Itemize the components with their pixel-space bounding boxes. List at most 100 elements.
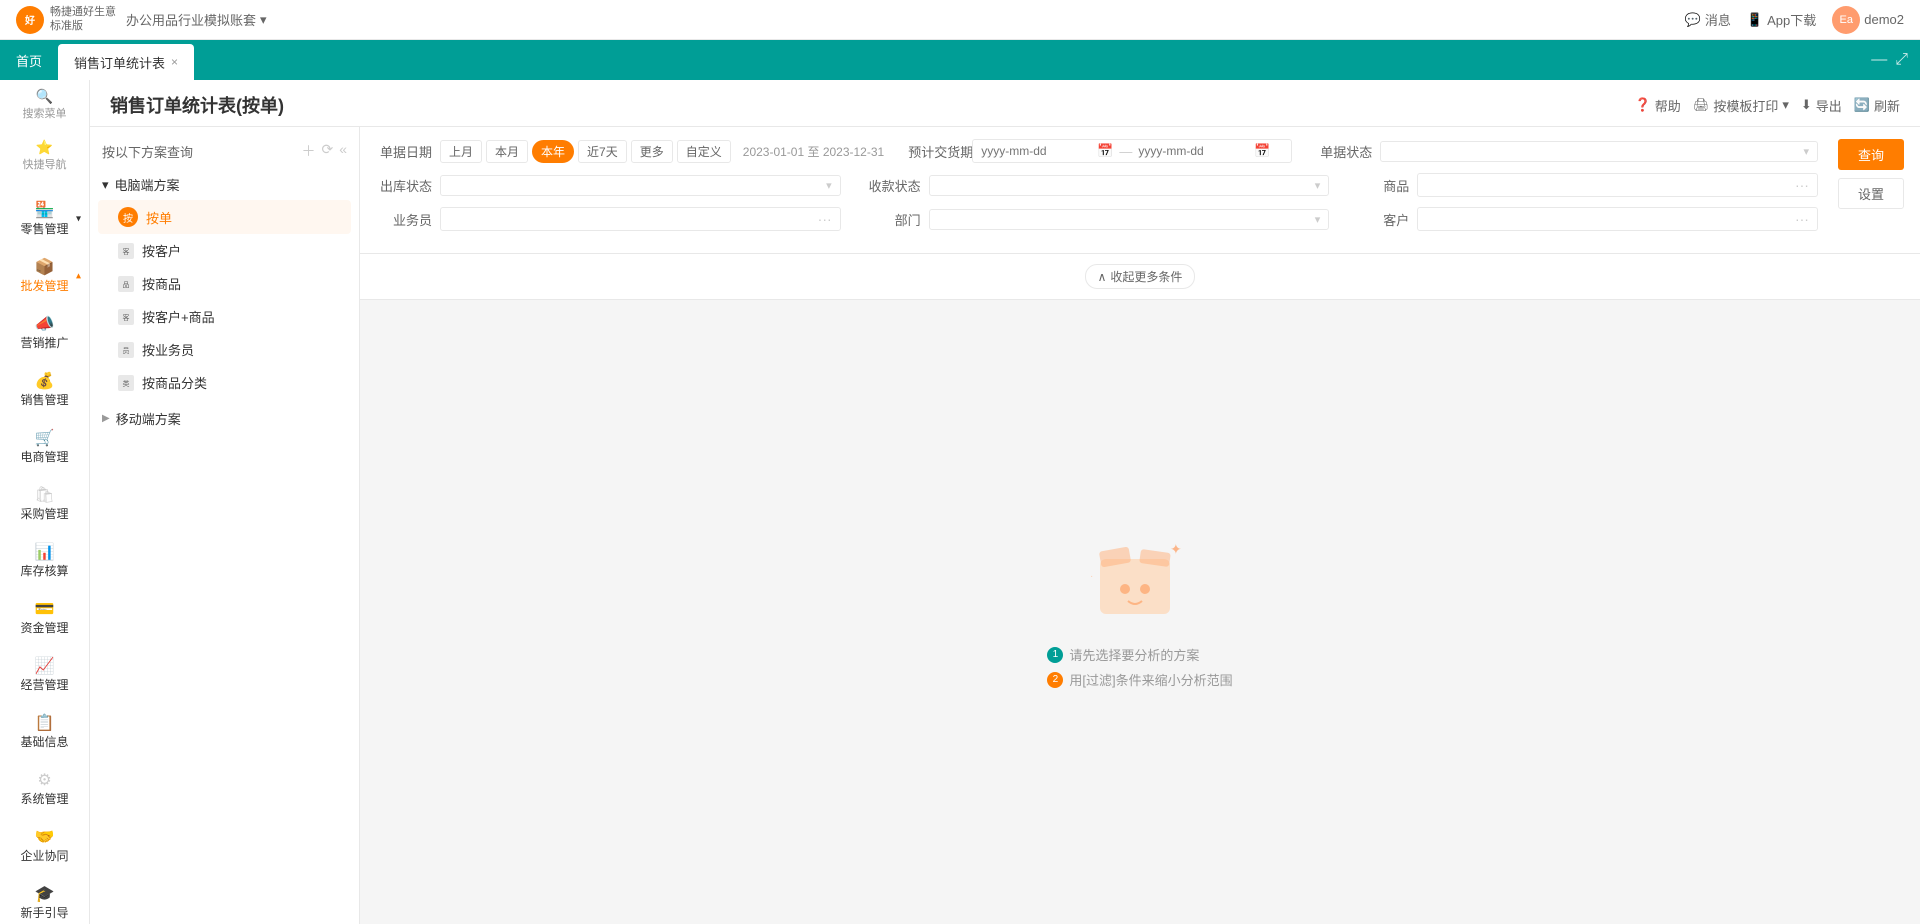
expected-date-start-input[interactable] <box>981 144 1091 158</box>
status-select[interactable]: ▾ <box>1380 141 1818 162</box>
export-button[interactable]: ⬇ 导出 <box>1801 96 1842 115</box>
tab-maximize-icon[interactable]: ⤢ <box>1895 51 1908 69</box>
receipt-select[interactable]: ▾ <box>929 175 1330 196</box>
refresh-solution-icon[interactable]: ⟳ <box>321 141 333 161</box>
sidebar-item-newbie[interactable]: 🎓 新手引导 <box>0 874 89 924</box>
date-btn-last-month[interactable]: 上月 <box>440 140 482 163</box>
arrow-right-icon: ▶ <box>102 413 110 424</box>
chevron-down-icon: ▾ <box>1782 97 1789 113</box>
calendar-icon-end[interactable]: 📅 <box>1254 143 1270 159</box>
date-btn-7days[interactable]: 近7天 <box>578 140 627 163</box>
sidebar-item-wholesale[interactable]: 📦 批发管理 ▴ <box>0 247 89 304</box>
solution-by-order[interactable]: 按 按单 <box>98 200 351 234</box>
sidebar-item-operations[interactable]: 📈 经营管理 <box>0 646 89 703</box>
empty-hints: 1 请先选择要分析的方案 2 用[过滤]条件来缩小分析范围 <box>1047 645 1232 695</box>
user-menu-button[interactable]: Ea demo2 <box>1832 6 1904 34</box>
tab-sales-order[interactable]: 销售订单统计表 × <box>58 44 194 80</box>
app-download-button[interactable]: 📱 App下载 <box>1747 10 1816 29</box>
tab-home[interactable]: 首页 <box>0 40 58 80</box>
salesperson-select[interactable]: ··· <box>440 207 841 231</box>
sidebar-item-inventory[interactable]: 📊 库存核算 <box>0 532 89 589</box>
filter-row-2: 出库状态 ▾ 收款状态 ▾ 商品 <box>376 173 1818 197</box>
page-header: 销售订单统计表(按单) ❓ 帮助 🖨 按模板打印 ▾ ⬇ 导出 🔄 刷新 <box>90 80 1920 127</box>
solution-by-cust-prod[interactable]: 客 按客户+商品 <box>98 300 351 333</box>
date-btn-this-month[interactable]: 本月 <box>486 140 528 163</box>
settings-button[interactable]: 设置 <box>1838 178 1904 209</box>
add-solution-icon[interactable]: ＋ <box>301 141 315 161</box>
panels: 按以下方案查询 ＋ ⟳ « ▾ 电脑端方案 按 按单 <box>90 127 1920 924</box>
logo-icon: 好 <box>16 6 44 34</box>
chevron-down-icon: ▾ <box>102 177 109 193</box>
ellipsis-icon[interactable]: ··· <box>818 211 832 227</box>
collapse-panel-icon[interactable]: « <box>339 141 347 161</box>
svg-text:客: 客 <box>123 313 130 322</box>
left-panel: 按以下方案查询 ＋ ⟳ « ▾ 电脑端方案 按 按单 <box>90 127 360 924</box>
filter-row-1: 单据日期 上月 本月 本年 近7天 更多 自定义 2023-01-01 至 20… <box>376 139 1818 163</box>
solution-by-salesperson[interactable]: 员 按业务员 <box>98 333 351 366</box>
refresh-icon: 🔄 <box>1854 97 1870 113</box>
pc-group-header[interactable]: ▾ 电脑端方案 <box>98 169 351 200</box>
message-icon: 💬 <box>1685 12 1701 28</box>
message-button[interactable]: 💬 消息 <box>1685 10 1731 29</box>
date-btn-this-year[interactable]: 本年 <box>532 140 574 163</box>
expected-date-end-input[interactable] <box>1138 144 1248 158</box>
by-salesperson-icon: 员 <box>118 342 134 358</box>
department-select[interactable]: ▾ <box>929 209 1330 230</box>
arrow-icon: ▾ <box>76 213 81 224</box>
finance-icon: 💳 <box>0 599 89 619</box>
ellipsis-icon[interactable]: ··· <box>1795 211 1809 227</box>
empty-state: ✦ · 1 请先选择要分析的方案 2 用[过滤]条件来缩小分析范围 <box>360 300 1920 924</box>
system-icon: ⚙ <box>0 770 89 790</box>
refresh-button[interactable]: 🔄 刷新 <box>1854 96 1900 115</box>
top-bar: 好 畅捷通好生意 标准版 办公用品行业模拟账套 ▾ 💬 消息 📱 App下载 E… <box>0 0 1920 40</box>
salesperson-label: 业务员 <box>376 210 432 229</box>
sidebar-item-marketing[interactable]: 📣 营销推广 <box>0 304 89 361</box>
chevron-down-icon: ▾ <box>1803 145 1809 158</box>
enterprise-icon: 🤝 <box>0 827 89 847</box>
left-panel-icons: ＋ ⟳ « <box>301 141 347 161</box>
sidebar-item-sales[interactable]: 💰 销售管理 <box>0 361 89 418</box>
marketing-icon: 📣 <box>0 314 89 334</box>
ecommerce-icon: 🛒 <box>0 428 89 448</box>
status-label: 单据状态 <box>1316 142 1372 161</box>
chevron-down-icon: ▾ <box>826 179 832 192</box>
logo-area: 好 畅捷通好生意 标准版 <box>16 6 116 34</box>
solution-by-product[interactable]: 品 按商品 <box>98 267 351 300</box>
by-cust-prod-icon: 客 <box>118 309 134 325</box>
sidebar-item-retail[interactable]: 🏪 零售管理 ▾ <box>0 190 89 247</box>
chevron-up-icon: ∧ <box>1098 270 1107 284</box>
sidebar-quick-nav[interactable]: ⭐ 快捷导航 <box>0 129 89 182</box>
calendar-icon-start[interactable]: 📅 <box>1097 143 1113 159</box>
ellipsis-icon[interactable]: ··· <box>1795 177 1809 193</box>
mobile-group-header[interactable]: ▶ 移动端方案 <box>98 403 351 434</box>
tab-close-icon[interactable]: × <box>171 55 178 69</box>
tab-minimize-icon[interactable]: — <box>1871 51 1887 69</box>
newbie-icon: 🎓 <box>0 884 89 904</box>
sidebar-item-ecommerce[interactable]: 🛒 电商管理 <box>0 418 89 475</box>
by-category-icon: 类 <box>118 375 134 391</box>
sidebar-search[interactable]: 🔍 搜索菜单 <box>0 80 89 129</box>
left-panel-header: 按以下方案查询 ＋ ⟳ « <box>90 137 359 169</box>
solution-by-category[interactable]: 类 按商品分类 <box>98 366 351 399</box>
sidebar-item-finance[interactable]: 💳 资金管理 <box>0 589 89 646</box>
content-area: 销售订单统计表(按单) ❓ 帮助 🖨 按模板打印 ▾ ⬇ 导出 🔄 刷新 <box>90 80 1920 924</box>
breadcrumb-select[interactable]: 办公用品行业模拟账套 ▾ <box>126 10 267 29</box>
outbound-select[interactable]: ▾ <box>440 175 841 196</box>
date-filter-label: 单据日期 <box>376 142 432 161</box>
search-icon: 🔍 <box>0 88 89 105</box>
svg-text:客: 客 <box>123 247 130 256</box>
sidebar-item-enterprise[interactable]: 🤝 企业协同 <box>0 817 89 874</box>
collapse-button[interactable]: ∧ 收起更多条件 <box>1085 264 1196 289</box>
date-btn-custom[interactable]: 自定义 <box>677 140 731 163</box>
sidebar-item-basic[interactable]: 📋 基础信息 <box>0 703 89 760</box>
customer-select[interactable]: ··· <box>1417 207 1818 231</box>
main-layout: 🔍 搜索菜单 ⭐ 快捷导航 🏪 零售管理 ▾ 📦 批发管理 ▴ 📣 营销推广 💰… <box>0 80 1920 924</box>
help-button[interactable]: ❓ 帮助 <box>1635 96 1681 115</box>
sidebar-item-purchase[interactable]: 🛍 采购管理 <box>0 475 89 532</box>
solution-by-customer[interactable]: 客 按客户 <box>98 234 351 267</box>
template-print-button[interactable]: 🖨 按模板打印 ▾ <box>1693 96 1789 115</box>
query-button[interactable]: 查询 <box>1838 139 1904 170</box>
goods-select[interactable]: ··· <box>1417 173 1818 197</box>
date-btn-more[interactable]: 更多 <box>631 140 673 163</box>
sidebar-item-system[interactable]: ⚙ 系统管理 <box>0 760 89 817</box>
